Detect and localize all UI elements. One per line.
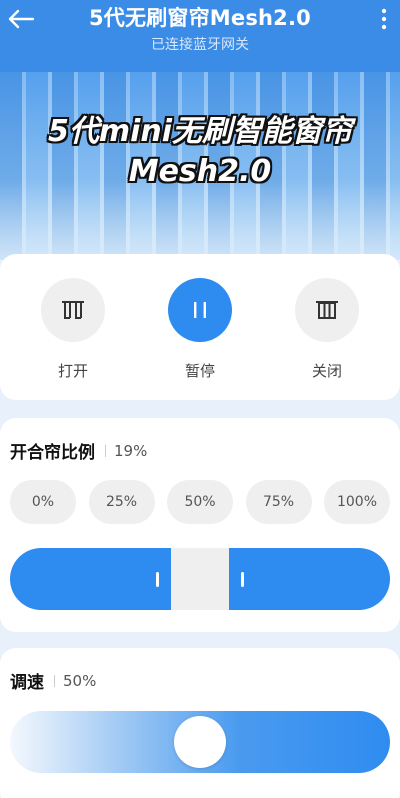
connection-status: 已连接蓝牙网关 <box>151 37 249 53</box>
open-label: 打开 <box>57 362 88 380</box>
curtain-close-icon <box>316 301 338 319</box>
preset-0-button[interactable]: 0% <box>10 480 76 524</box>
app-header: 5代无刷窗帘Mesh2.0 已连接蓝牙网关 <box>0 0 400 72</box>
page-title: 5代无刷窗帘Mesh2.0 <box>88 6 311 30</box>
speed-title: 调速 <box>10 673 44 693</box>
open-circle <box>41 278 105 342</box>
curtain-open-icon <box>62 301 84 319</box>
preset-row: 0% 25% 50% 75% 100% <box>10 480 390 524</box>
pause-label: 暂停 <box>184 362 215 380</box>
ratio-divider <box>105 444 106 457</box>
preset-25-button[interactable]: 25% <box>88 480 155 524</box>
preset-75-button[interactable]: 75% <box>245 480 312 524</box>
banner-line-1: 5代mini无刷智能窗帘 <box>47 114 353 149</box>
preset-100-button[interactable]: 100% <box>324 480 390 524</box>
speed-slider[interactable] <box>10 711 390 773</box>
more-vertical-icon <box>381 8 387 30</box>
curtain-position-slider[interactable] <box>10 548 390 610</box>
speed-header: 调速 50% <box>10 668 97 694</box>
control-card: 打开 暂停 关闭 <box>0 254 400 400</box>
ratio-header: 开合帘比例 19% <box>10 438 148 464</box>
speed-card: 调速 50% <box>0 648 400 798</box>
more-button[interactable] <box>372 2 396 36</box>
banner-fade <box>0 180 400 260</box>
speed-value: 50% <box>63 671 97 690</box>
pause-button[interactable]: 暂停 <box>165 278 235 381</box>
close-label: 关闭 <box>311 362 342 380</box>
left-curtain-handle[interactable] <box>156 572 159 587</box>
ratio-card: 开合帘比例 19% 0% 25% 50% 75% 100% <box>0 418 400 632</box>
close-circle <box>295 278 359 342</box>
curtain-opening <box>171 548 229 610</box>
speed-slider-knob[interactable] <box>174 716 226 768</box>
product-banner: 5代mini无刷智能窗帘 Mesh2.0 <box>0 72 400 260</box>
ratio-value: 19% <box>114 441 148 460</box>
banner-line-2: Mesh2.0 <box>128 154 272 189</box>
open-button[interactable]: 打开 <box>38 278 108 381</box>
speed-divider <box>54 674 55 687</box>
banner-text: 5代mini无刷智能窗帘 Mesh2.0 <box>0 112 400 192</box>
right-curtain-handle[interactable] <box>241 572 244 587</box>
pause-icon <box>194 302 206 318</box>
close-button[interactable]: 关闭 <box>292 278 362 381</box>
ratio-title: 开合帘比例 <box>10 443 95 463</box>
preset-50-button[interactable]: 50% <box>167 480 233 524</box>
pause-circle <box>168 278 232 342</box>
